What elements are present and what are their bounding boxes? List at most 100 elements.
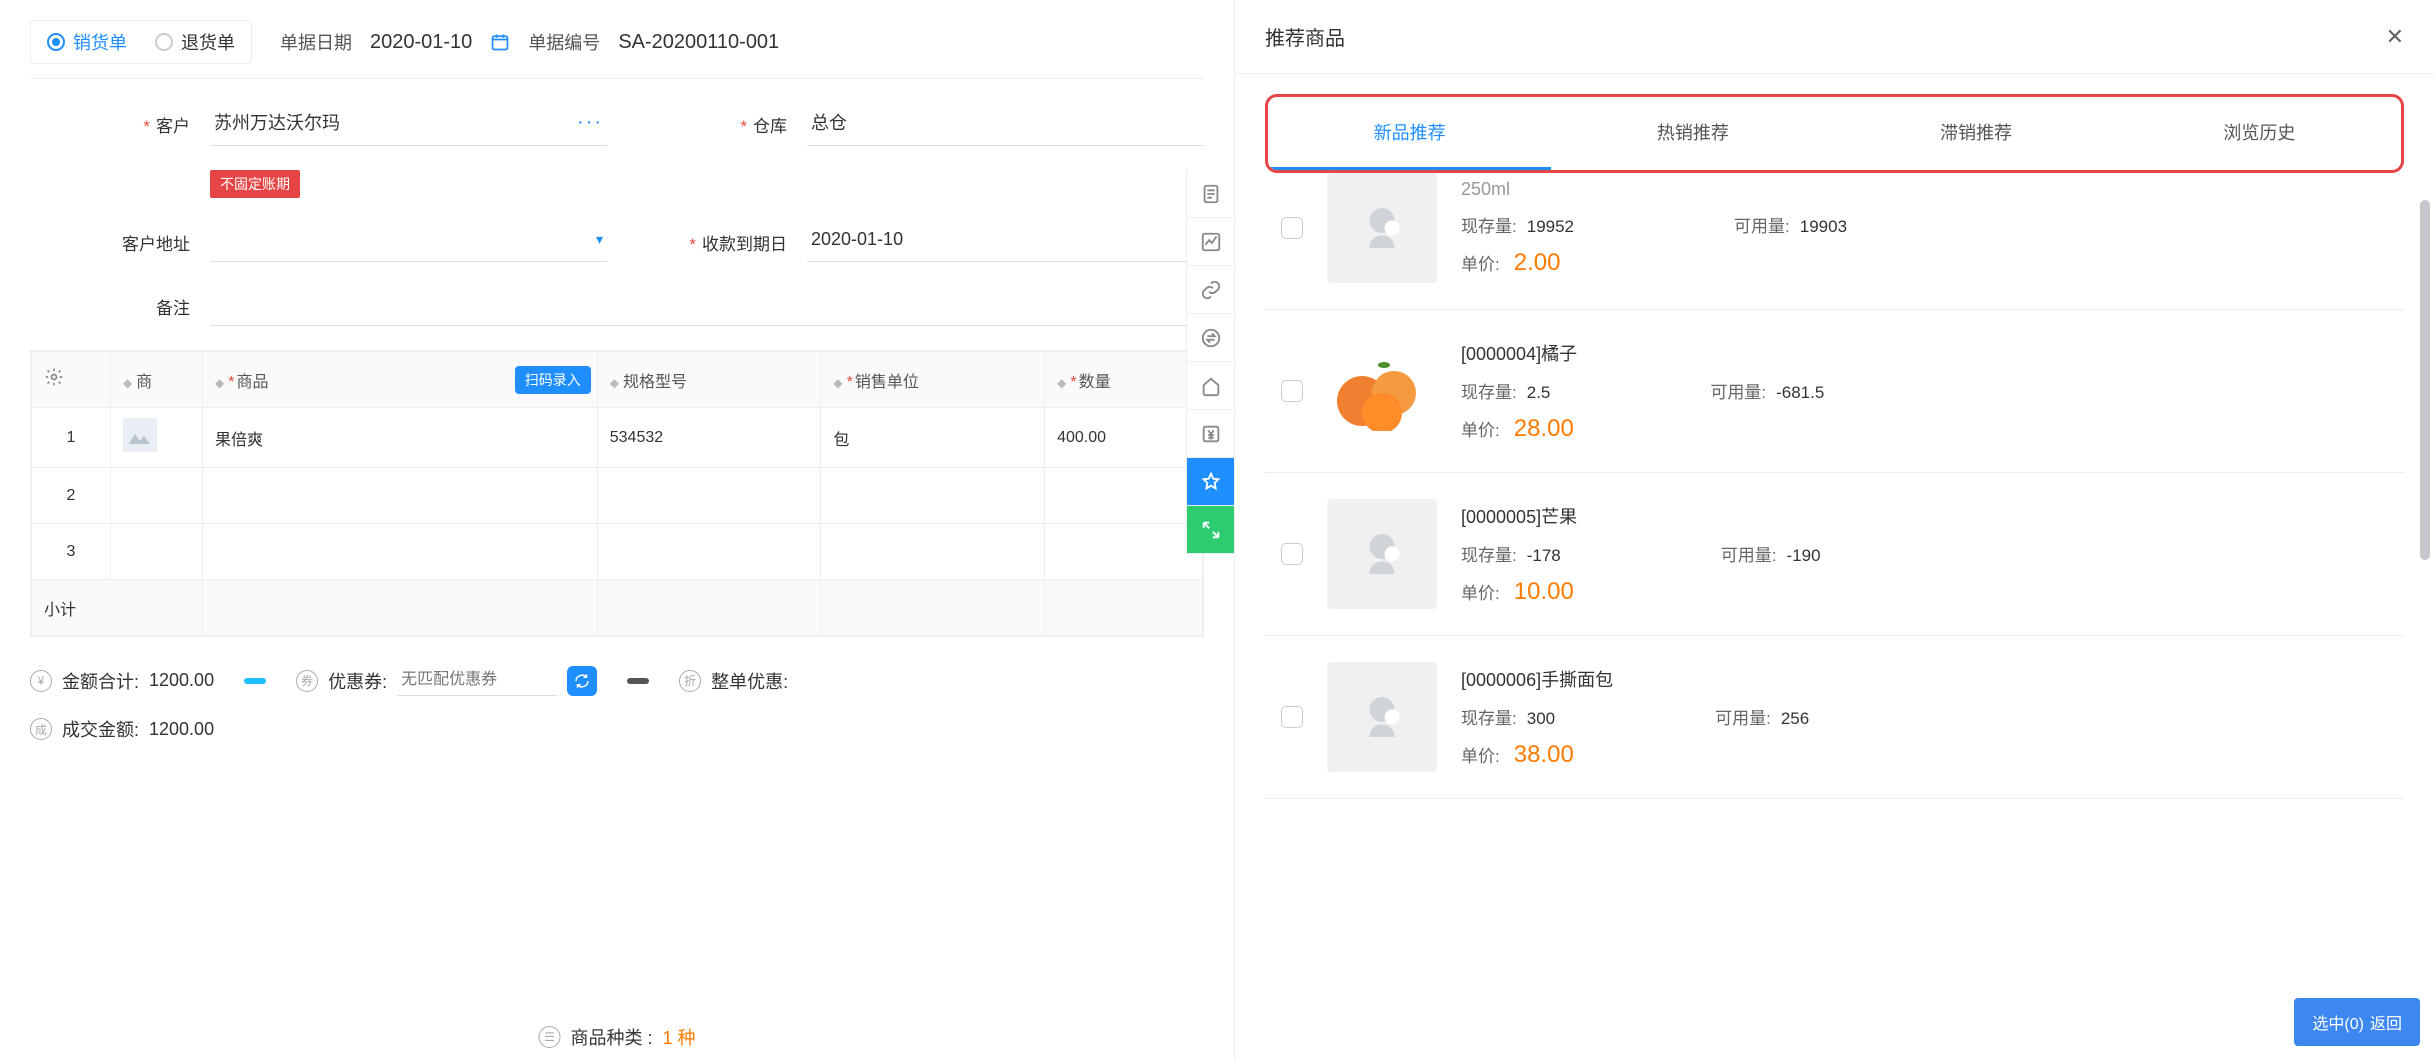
col-goods-short[interactable]: ◆商 — [110, 352, 202, 408]
product-image — [1327, 336, 1437, 446]
coupon-input[interactable] — [397, 665, 557, 696]
doc-number-value: SA-20200110-001 — [618, 31, 779, 54]
radio-label: 退货单 — [181, 29, 235, 55]
kind-count: 1 种 — [663, 1024, 696, 1050]
doc-meta: 单据日期 2020-01-10 单据编号 SA-20200110-001 — [280, 29, 779, 55]
refresh-coupon-button[interactable] — [567, 666, 597, 696]
chevron-down-icon[interactable]: ▾ — [596, 231, 603, 248]
ellipsis-icon[interactable]: ··· — [577, 111, 603, 134]
product-image — [1327, 662, 1437, 772]
radio-return-order[interactable]: 退货单 — [155, 29, 235, 55]
footer-summary: ☰ 商品种类 : 1 种 — [538, 1024, 695, 1050]
doc-date-value[interactable]: 2020-01-10 — [370, 31, 472, 54]
scrollbar[interactable] — [2420, 200, 2430, 560]
recommend-panel: 推荐商品 ✕ 新品推荐 热销推荐 滞销推荐 浏览历史 250ml现存量:1995… — [1234, 0, 2434, 1060]
col-qty[interactable]: ◆*数量 — [1045, 352, 1203, 408]
row-unit[interactable]: 包 — [821, 408, 1045, 468]
tab-new-products[interactable]: 新品推荐 — [1268, 97, 1551, 170]
selected-count: 选中(0) — [2312, 1010, 2364, 1034]
tab-browse-history[interactable]: 浏览历史 — [2118, 97, 2401, 170]
row-unit[interactable] — [821, 468, 1045, 524]
avail-label: 可用量:256 — [1715, 704, 1809, 729]
row-qty[interactable] — [1045, 468, 1203, 524]
col-spec[interactable]: ◆规格型号 — [597, 352, 821, 408]
table-row[interactable]: 2 — [32, 468, 1203, 524]
stock-label: 现存量:-178 — [1461, 541, 1561, 566]
recommend-tabs: 新品推荐 热销推荐 滞销推荐 浏览历史 — [1265, 94, 2404, 173]
product-image-icon — [1332, 351, 1432, 431]
customer-badge-cell: 不固定账期 — [210, 170, 607, 198]
recommend-title: 推荐商品 — [1265, 22, 1345, 51]
table-row[interactable]: 1果倍爽534532包400.00 — [32, 408, 1203, 468]
row-qty[interactable] — [1045, 524, 1203, 580]
side-swap-icon[interactable] — [1186, 314, 1234, 362]
form-grid: *客户 苏州万达沃尔玛 ··· *仓库 总仓 不固定账期 客户地址 ▾ *收款到… — [30, 103, 1204, 326]
placeholder-image-icon — [1352, 198, 1412, 258]
radio-sales-order[interactable]: 销货单 — [47, 29, 127, 55]
scan-input-button[interactable]: 扫码录入 — [515, 366, 591, 394]
due-date-value: 2020-01-10 — [811, 229, 903, 250]
address-field[interactable]: ▾ — [210, 222, 607, 262]
product-info: [0000006]手撕面包现存量:300可用量:256单价:38.00 — [1461, 666, 2388, 769]
avail-value: 256 — [1781, 709, 1809, 728]
sales-form-panel: 销货单 退货单 单据日期 2020-01-10 单据编号 SA-20200110… — [0, 0, 1234, 1060]
placeholder-image-icon — [1352, 687, 1412, 747]
remark-field[interactable] — [210, 286, 1204, 326]
product-checkbox[interactable] — [1281, 380, 1303, 402]
product-list[interactable]: 250ml现存量:19952可用量:19903单价:2.00[0000004]橘… — [1235, 173, 2434, 1060]
back-button-label: 返回 — [2370, 1010, 2402, 1034]
product-image — [1327, 173, 1437, 283]
side-home-icon[interactable] — [1186, 362, 1234, 410]
product-row: [0000006]手撕面包现存量:300可用量:256单价:38.00 — [1265, 636, 2404, 799]
due-date-field[interactable]: 2020-01-10 — [807, 222, 1204, 262]
table-row[interactable]: 3 — [32, 524, 1203, 580]
row-goods[interactable] — [203, 524, 598, 580]
tab-stale-products[interactable]: 滞销推荐 — [1835, 97, 2118, 170]
row-goods[interactable]: 果倍爽 — [203, 408, 598, 468]
product-name: [0000006]手撕面包 — [1461, 666, 2388, 692]
row-unit[interactable] — [821, 524, 1045, 580]
customer-field[interactable]: 苏州万达沃尔玛 ··· — [210, 103, 607, 146]
stock-value: 19952 — [1527, 217, 1574, 236]
col-goods[interactable]: ◆*商品扫码录入 — [203, 352, 598, 408]
row-goods[interactable] — [203, 468, 598, 524]
warehouse-label: *仓库 — [627, 112, 787, 137]
close-icon[interactable]: ✕ — [2386, 24, 2404, 50]
col-settings[interactable] — [32, 352, 111, 408]
row-qty[interactable]: 400.00 — [1045, 408, 1203, 468]
product-price-row: 单价:2.00 — [1461, 249, 2388, 277]
avail-value: -190 — [1787, 546, 1821, 565]
side-link-icon[interactable] — [1186, 266, 1234, 314]
side-star-icon[interactable] — [1186, 458, 1234, 506]
side-expand-icon[interactable] — [1186, 506, 1234, 554]
row-spec[interactable]: 534532 — [597, 408, 821, 468]
subtotal-label: 小计 — [32, 580, 203, 636]
selection-action-bar[interactable]: 选中(0) 返回 — [2294, 998, 2420, 1046]
col-unit[interactable]: ◆*销售单位 — [821, 352, 1045, 408]
product-row: 250ml现存量:19952可用量:19903单价:2.00 — [1265, 173, 2404, 310]
tab-hot-products[interactable]: 热销推荐 — [1551, 97, 1834, 170]
side-doc-icon[interactable] — [1186, 170, 1234, 218]
side-chart-icon[interactable] — [1186, 218, 1234, 266]
calendar-icon[interactable] — [490, 32, 510, 52]
coupon-field-group: 券 优惠券: — [296, 665, 597, 696]
amount-total-value: 1200.00 — [149, 670, 214, 691]
product-row: [0000004]橘子现存量:2.5可用量:-681.5单价:28.00 — [1265, 310, 2404, 473]
gear-icon — [44, 367, 64, 387]
product-price: 38.00 — [1514, 741, 1574, 768]
product-checkbox[interactable] — [1281, 543, 1303, 565]
stock-label: 现存量:300 — [1461, 704, 1555, 729]
product-checkbox[interactable] — [1281, 217, 1303, 239]
product-name: [0000005]芒果 — [1461, 503, 2388, 529]
row-spec[interactable] — [597, 524, 821, 580]
warehouse-field[interactable]: 总仓 — [807, 103, 1204, 146]
product-price-row: 单价:28.00 — [1461, 415, 2388, 443]
side-currency-icon[interactable] — [1186, 410, 1234, 458]
deal-amount: 成 成交金额: 1200.00 — [30, 716, 214, 742]
product-name: [0000004]橘子 — [1461, 340, 2388, 366]
row-spec[interactable] — [597, 468, 821, 524]
deal-icon: 成 — [30, 718, 52, 740]
stock-value: 2.5 — [1527, 383, 1551, 402]
row-thumb — [110, 468, 202, 524]
product-checkbox[interactable] — [1281, 706, 1303, 728]
